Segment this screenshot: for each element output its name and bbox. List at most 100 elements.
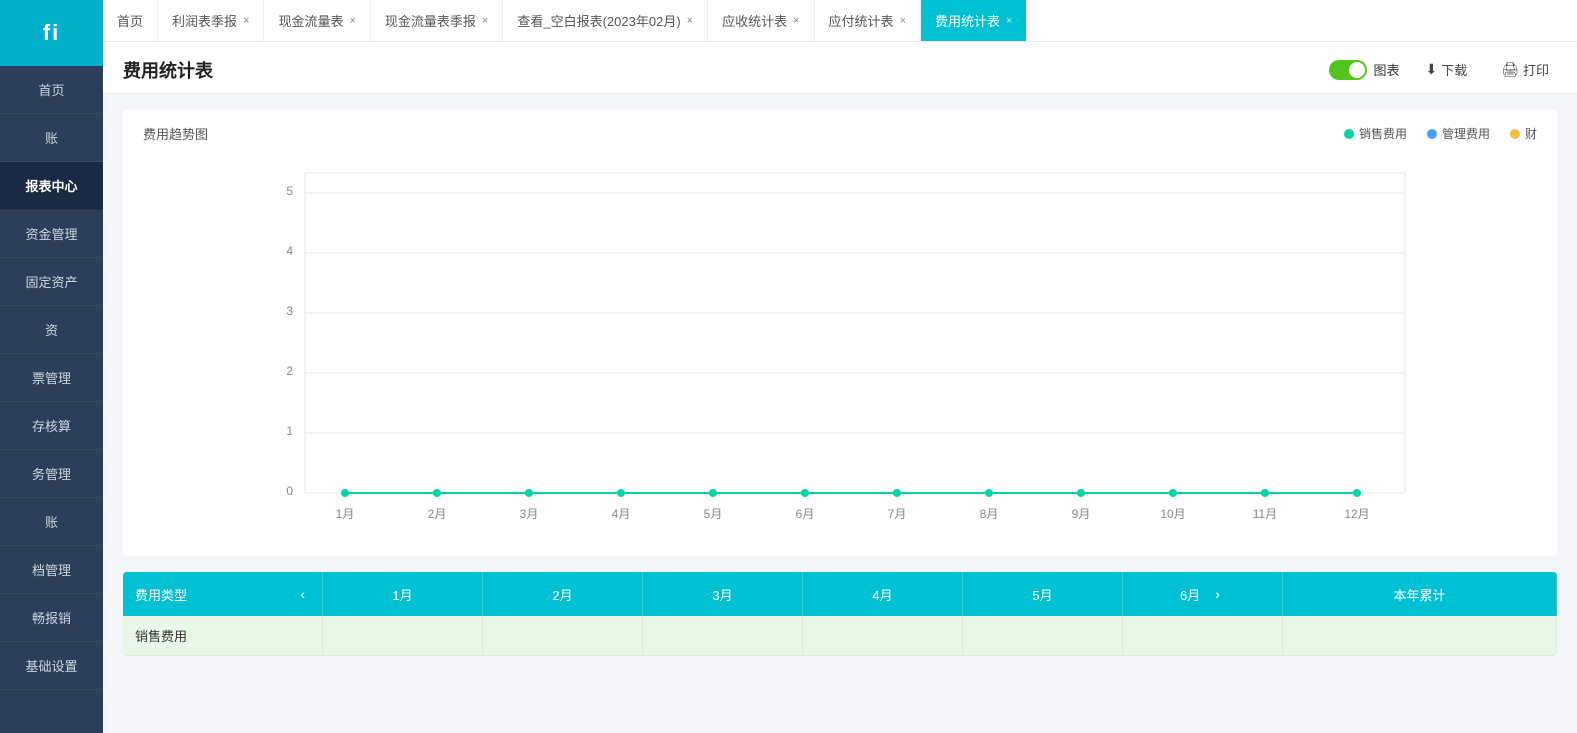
sidebar-item-ticket-mgmt[interactable]: 票管理	[0, 354, 103, 402]
svg-text:11月: 11月	[1253, 507, 1277, 521]
legend-dot-finance	[1510, 129, 1520, 139]
tab-profit-quarterly[interactable]: 利润表季报 ×	[158, 0, 264, 42]
table-prev-arrow[interactable]: ‹	[295, 584, 310, 604]
tab-close-payable-stats[interactable]: ×	[900, 15, 906, 27]
tab-close-profit-quarterly[interactable]: ×	[243, 15, 249, 27]
legend-sales-expense: 销售费用	[1344, 125, 1407, 142]
toggle-track[interactable]	[1329, 60, 1367, 80]
print-icon: 🖨	[1501, 61, 1519, 78]
svg-text:7月: 7月	[888, 507, 907, 521]
tab-blank-report[interactable]: 查看_空白报表(2023年02月) ×	[503, 0, 708, 42]
sidebar: fi 首页 账 报表中心 资金管理 固定资产 资 票管理 存核算 务管理 账 档…	[0, 0, 103, 733]
sidebar-item-salary[interactable]: 资	[0, 306, 103, 354]
tab-close-cashflow-quarterly[interactable]: ×	[482, 15, 488, 27]
sidebar-item-service-mgmt[interactable]: 务管理	[0, 450, 103, 498]
td-m2-sales	[483, 616, 643, 655]
td-total-sales	[1283, 616, 1557, 655]
th-month-4: 4月	[803, 572, 963, 616]
svg-text:9月: 9月	[1072, 507, 1091, 521]
th-month-3: 3月	[643, 572, 803, 616]
print-button[interactable]: 🖨 打印	[1493, 56, 1557, 83]
tab-expense-stats[interactable]: 费用统计表 ×	[921, 0, 1027, 42]
td-m4-sales	[803, 616, 963, 655]
main-area: 首页 利润表季报 × 现金流量表 × 现金流量表季报 × 查看_空白报表(202…	[103, 0, 1577, 733]
chart-title: 费用趋势图	[143, 124, 208, 143]
tab-cashflow[interactable]: 现金流量表 ×	[264, 0, 370, 42]
legend-label-finance: 财	[1525, 125, 1537, 142]
toggle-label: 图表	[1373, 60, 1399, 79]
tab-close-cashflow[interactable]: ×	[349, 15, 355, 27]
svg-text:5: 5	[286, 184, 293, 198]
sidebar-item-inventory-calc[interactable]: 存核算	[0, 402, 103, 450]
page-header: 费用统计表 图表 ⬇ 下载 🖨 打印	[103, 42, 1577, 94]
svg-text:3月: 3月	[520, 507, 539, 521]
tab-bar: 首页 利润表季报 × 现金流量表 × 现金流量表季报 × 查看_空白报表(202…	[103, 0, 1577, 42]
chart-header: 费用趋势图 销售费用 管理费用 财	[143, 124, 1537, 143]
page-title: 费用统计表	[123, 57, 213, 83]
th-month-5: 5月	[963, 572, 1123, 616]
sidebar-item-home[interactable]: 首页	[0, 66, 103, 114]
svg-text:1月: 1月	[336, 507, 355, 521]
td-m3-sales	[643, 616, 803, 655]
sidebar-item-ledger[interactable]: 账	[0, 114, 103, 162]
svg-text:2: 2	[286, 364, 293, 378]
svg-text:8月: 8月	[980, 507, 999, 521]
download-icon: ⬇	[1425, 61, 1437, 78]
th-total: 本年累计	[1283, 572, 1557, 616]
th-month-6: 6月 ›	[1123, 572, 1283, 616]
chart-svg: 5 4 3 2 1 0 1月 2月	[143, 153, 1537, 533]
legend-dot-sales	[1344, 129, 1354, 139]
svg-text:1: 1	[286, 424, 293, 438]
sidebar-item-base-settings[interactable]: 基础设置	[0, 642, 103, 690]
tab-payable-stats[interactable]: 应付统计表 ×	[815, 0, 921, 42]
chart-legend: 销售费用 管理费用 财	[1344, 125, 1537, 142]
sidebar-item-report-center[interactable]: 报表中心	[0, 162, 103, 210]
legend-finance-expense: 财	[1510, 125, 1537, 142]
legend-mgmt-expense: 管理费用	[1427, 125, 1490, 142]
tab-close-blank-report[interactable]: ×	[687, 15, 693, 27]
legend-dot-mgmt	[1427, 129, 1437, 139]
svg-text:3: 3	[286, 304, 293, 318]
sidebar-item-fixed-assets[interactable]: 固定资产	[0, 258, 103, 306]
sidebar-item-sales-return[interactable]: 畅报销	[0, 594, 103, 642]
chart-toggle[interactable]: 图表	[1329, 60, 1399, 80]
tab-close-expense-stats[interactable]: ×	[1006, 15, 1012, 27]
print-label: 打印	[1523, 60, 1549, 79]
svg-text:12月: 12月	[1344, 507, 1369, 521]
svg-text:5月: 5月	[704, 507, 723, 521]
svg-text:6月: 6月	[796, 507, 815, 521]
svg-text:10月: 10月	[1160, 507, 1185, 521]
td-type-sales: 销售费用	[123, 616, 323, 655]
sidebar-logo: fi	[0, 0, 103, 66]
th-type: 费用类型 ‹	[123, 572, 323, 616]
tab-cashflow-quarterly[interactable]: 现金流量表季报 ×	[371, 0, 503, 42]
chart-svg-container: 5 4 3 2 1 0 1月 2月	[143, 153, 1537, 536]
th-month-6-label: 6月	[1180, 585, 1200, 604]
sidebar-item-payable[interactable]: 账	[0, 498, 103, 546]
expense-table: 费用类型 ‹ 1月 2月 3月 4月 5月 6月 › 本年累计 销售费用	[123, 572, 1557, 656]
svg-text:0: 0	[286, 484, 293, 498]
td-m6-sales	[1123, 616, 1283, 655]
download-label: 下载	[1441, 60, 1467, 79]
table-next-arrow[interactable]: ›	[1210, 584, 1225, 604]
content-area: 费用趋势图 销售费用 管理费用 财	[103, 94, 1577, 733]
td-m1-sales	[323, 616, 483, 655]
th-type-label: 费用类型	[135, 585, 187, 604]
legend-label-sales: 销售费用	[1359, 125, 1407, 142]
svg-text:4: 4	[286, 244, 293, 258]
toggle-thumb	[1349, 62, 1365, 78]
svg-text:4月: 4月	[612, 507, 631, 521]
legend-label-mgmt: 管理费用	[1442, 125, 1490, 142]
header-actions: 图表 ⬇ 下载 🖨 打印	[1329, 56, 1557, 83]
table-header-row: 费用类型 ‹ 1月 2月 3月 4月 5月 6月 › 本年累计	[123, 572, 1557, 616]
tab-receivable-stats[interactable]: 应收统计表 ×	[708, 0, 814, 42]
svg-text:2月: 2月	[428, 507, 447, 521]
th-month-1: 1月	[323, 572, 483, 616]
th-month-2: 2月	[483, 572, 643, 616]
sidebar-item-fund-mgmt[interactable]: 资金管理	[0, 210, 103, 258]
tab-home[interactable]: 首页	[103, 0, 158, 42]
chart-card: 费用趋势图 销售费用 管理费用 财	[123, 110, 1557, 556]
download-button[interactable]: ⬇ 下载	[1417, 56, 1475, 83]
tab-close-receivable-stats[interactable]: ×	[793, 15, 799, 27]
sidebar-item-archive-mgmt[interactable]: 档管理	[0, 546, 103, 594]
